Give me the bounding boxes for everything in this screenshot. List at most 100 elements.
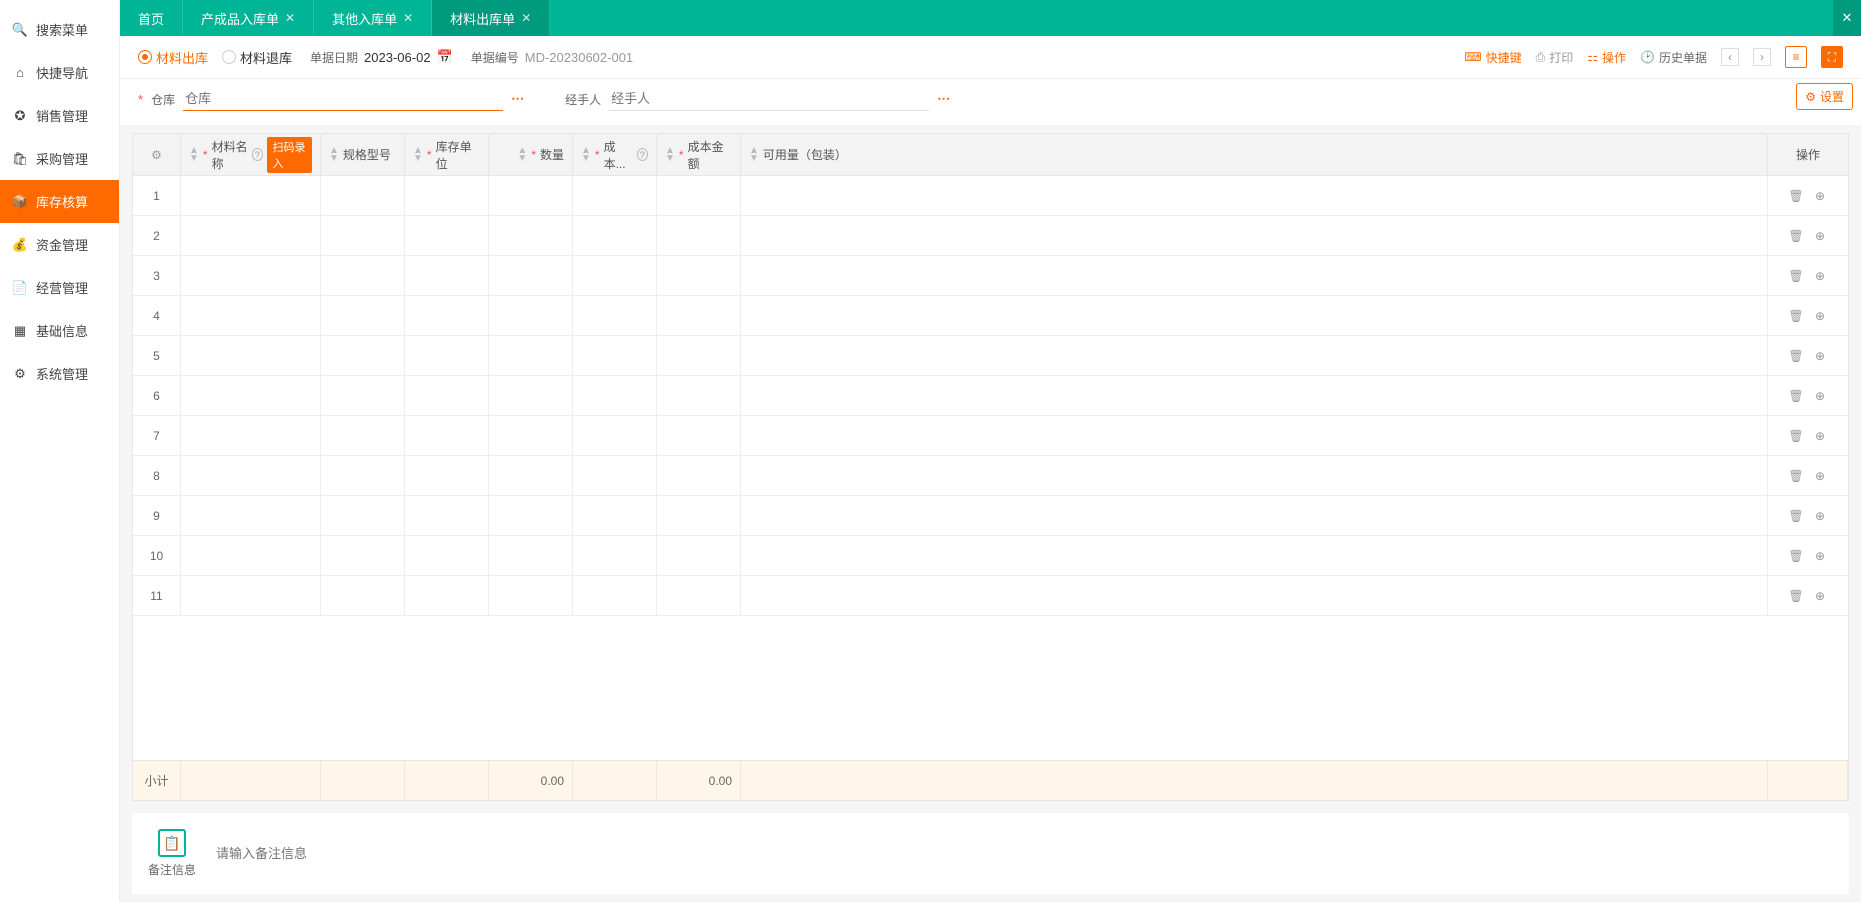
delete-row-button[interactable]: 🗑 bbox=[1788, 308, 1804, 324]
sidebar-item-3[interactable]: 🛍采购管理 bbox=[0, 137, 119, 180]
cell-qty[interactable] bbox=[489, 176, 573, 215]
cell-amount[interactable] bbox=[657, 376, 741, 415]
print-button[interactable]: ⎙ 打印 bbox=[1536, 49, 1574, 66]
add-row-button[interactable]: ⊕ bbox=[1812, 428, 1828, 444]
cell-unit[interactable] bbox=[405, 336, 489, 375]
tab-0[interactable]: 首页 bbox=[120, 0, 183, 36]
history-button[interactable]: 🕑 历史单据 bbox=[1640, 49, 1707, 66]
table-row[interactable]: 2 🗑 ⊕ bbox=[133, 216, 1848, 256]
warehouse-more-button[interactable]: ⋯ bbox=[511, 91, 525, 107]
header-qty[interactable]: ▲▼ * 数量 bbox=[489, 134, 573, 175]
delete-row-button[interactable]: 🗑 bbox=[1788, 468, 1804, 484]
cell-avail[interactable] bbox=[741, 296, 1768, 335]
cell-spec[interactable] bbox=[321, 296, 405, 335]
tab-2[interactable]: 其他入库单✕ bbox=[314, 0, 432, 36]
sidebar-item-4[interactable]: 📦库存核算 bbox=[0, 180, 119, 223]
cell-qty[interactable] bbox=[489, 376, 573, 415]
cell-cost[interactable] bbox=[573, 456, 657, 495]
close-all-tabs-button[interactable]: ✕ bbox=[1833, 0, 1861, 36]
next-doc-button[interactable]: › bbox=[1753, 48, 1771, 66]
settings-button[interactable]: ⚙ 设置 bbox=[1796, 83, 1853, 110]
delete-row-button[interactable]: 🗑 bbox=[1788, 508, 1804, 524]
cell-amount[interactable] bbox=[657, 336, 741, 375]
warehouse-input[interactable] bbox=[183, 87, 503, 111]
add-row-button[interactable]: ⊕ bbox=[1812, 228, 1828, 244]
cell-cost[interactable] bbox=[573, 536, 657, 575]
table-row[interactable]: 4 🗑 ⊕ bbox=[133, 296, 1848, 336]
cell-spec[interactable] bbox=[321, 376, 405, 415]
table-row[interactable]: 3 🗑 ⊕ bbox=[133, 256, 1848, 296]
handler-input[interactable] bbox=[609, 87, 929, 111]
sidebar-item-6[interactable]: 📄经营管理 bbox=[0, 266, 119, 309]
cell-avail[interactable] bbox=[741, 256, 1768, 295]
header-amount[interactable]: ▲▼ * 成本金额 bbox=[657, 134, 741, 175]
cell-name[interactable] bbox=[181, 216, 321, 255]
add-row-button[interactable]: ⊕ bbox=[1812, 348, 1828, 364]
header-spec[interactable]: ▲▼ 规格型号 bbox=[321, 134, 405, 175]
help-icon[interactable]: ? bbox=[252, 148, 262, 161]
header-material-name[interactable]: ▲▼ * 材料名称 ? 扫码录入 bbox=[181, 134, 321, 175]
cell-unit[interactable] bbox=[405, 256, 489, 295]
header-cost[interactable]: ▲▼ * 成本... ? bbox=[573, 134, 657, 175]
add-row-button[interactable]: ⊕ bbox=[1812, 268, 1828, 284]
cell-qty[interactable] bbox=[489, 216, 573, 255]
cell-cost[interactable] bbox=[573, 336, 657, 375]
view-mode-button[interactable]: ≡ bbox=[1785, 46, 1807, 68]
cell-avail[interactable] bbox=[741, 456, 1768, 495]
cell-spec[interactable] bbox=[321, 336, 405, 375]
cell-amount[interactable] bbox=[657, 296, 741, 335]
cell-qty[interactable] bbox=[489, 336, 573, 375]
tab-1[interactable]: 产成品入库单✕ bbox=[183, 0, 314, 36]
cell-spec[interactable] bbox=[321, 536, 405, 575]
table-row[interactable]: 1 🗑 ⊕ bbox=[133, 176, 1848, 216]
cell-qty[interactable] bbox=[489, 496, 573, 535]
delete-row-button[interactable]: 🗑 bbox=[1788, 588, 1804, 604]
close-icon[interactable]: ✕ bbox=[521, 11, 531, 25]
cell-unit[interactable] bbox=[405, 576, 489, 615]
cell-name[interactable] bbox=[181, 296, 321, 335]
cell-unit[interactable] bbox=[405, 376, 489, 415]
cell-cost[interactable] bbox=[573, 416, 657, 455]
cell-cost[interactable] bbox=[573, 576, 657, 615]
cell-cost[interactable] bbox=[573, 256, 657, 295]
add-row-button[interactable]: ⊕ bbox=[1812, 588, 1828, 604]
cell-spec[interactable] bbox=[321, 576, 405, 615]
scan-input-button[interactable]: 扫码录入 bbox=[267, 137, 313, 173]
sidebar-item-8[interactable]: ⚙系统管理 bbox=[0, 352, 119, 395]
cell-amount[interactable] bbox=[657, 256, 741, 295]
hotkey-button[interactable]: ⌨ 快捷键 bbox=[1464, 49, 1521, 66]
cell-amount[interactable] bbox=[657, 456, 741, 495]
cell-spec[interactable] bbox=[321, 456, 405, 495]
doc-date-value[interactable]: 2023-06-02 bbox=[364, 50, 431, 65]
cell-spec[interactable] bbox=[321, 256, 405, 295]
cell-unit[interactable] bbox=[405, 176, 489, 215]
delete-row-button[interactable]: 🗑 bbox=[1788, 268, 1804, 284]
cell-unit[interactable] bbox=[405, 456, 489, 495]
cell-amount[interactable] bbox=[657, 496, 741, 535]
cell-name[interactable] bbox=[181, 576, 321, 615]
cell-unit[interactable] bbox=[405, 216, 489, 255]
expand-button[interactable]: ⛶ bbox=[1821, 46, 1843, 68]
cell-avail[interactable] bbox=[741, 536, 1768, 575]
add-row-button[interactable]: ⊕ bbox=[1812, 388, 1828, 404]
close-icon[interactable]: ✕ bbox=[403, 11, 413, 25]
handler-more-button[interactable]: ⋯ bbox=[937, 91, 951, 107]
table-row[interactable]: 10 🗑 ⊕ bbox=[133, 536, 1848, 576]
add-row-button[interactable]: ⊕ bbox=[1812, 548, 1828, 564]
header-available[interactable]: ▲▼ 可用量（包装） bbox=[741, 134, 1768, 175]
add-row-button[interactable]: ⊕ bbox=[1812, 308, 1828, 324]
table-row[interactable]: 9 🗑 ⊕ bbox=[133, 496, 1848, 536]
header-unit[interactable]: ▲▼ * 库存单位 bbox=[405, 134, 489, 175]
cell-amount[interactable] bbox=[657, 176, 741, 215]
help-icon[interactable]: ? bbox=[637, 148, 648, 161]
delete-row-button[interactable]: 🗑 bbox=[1788, 388, 1804, 404]
tab-3[interactable]: 材料出库单✕ bbox=[432, 0, 550, 36]
add-row-button[interactable]: ⊕ bbox=[1812, 188, 1828, 204]
cell-name[interactable] bbox=[181, 176, 321, 215]
delete-row-button[interactable]: 🗑 bbox=[1788, 428, 1804, 444]
cell-spec[interactable] bbox=[321, 416, 405, 455]
operate-button[interactable]: ⚏ 操作 bbox=[1587, 49, 1626, 66]
cell-unit[interactable] bbox=[405, 496, 489, 535]
delete-row-button[interactable]: 🗑 bbox=[1788, 548, 1804, 564]
cell-amount[interactable] bbox=[657, 536, 741, 575]
